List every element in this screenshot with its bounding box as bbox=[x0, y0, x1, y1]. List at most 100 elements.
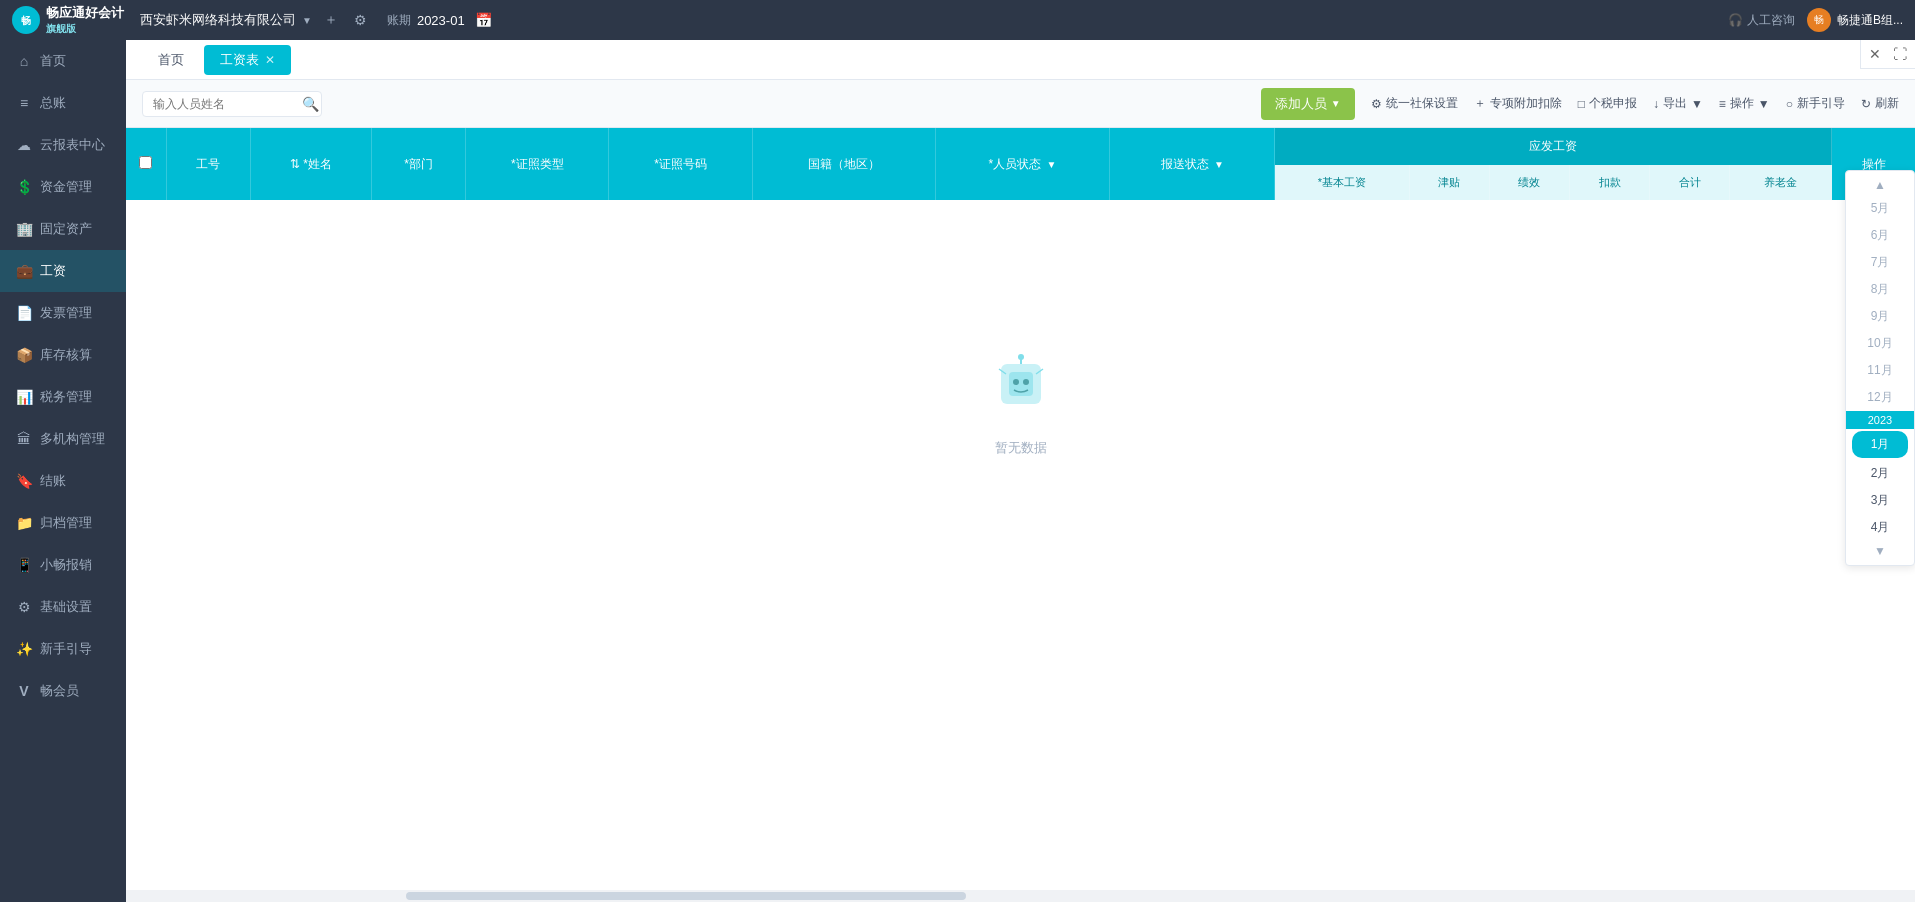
sidebar-item-home[interactable]: ⌂ 首页 bbox=[0, 40, 126, 82]
date-item-6[interactable]: 6月 bbox=[1846, 222, 1914, 249]
th-checkbox[interactable] bbox=[126, 128, 166, 200]
date-item-7[interactable]: 7月 bbox=[1846, 249, 1914, 276]
table-header-top: 工号 ⇅ *姓名 *部门 *证照类型 *证照号码 国籍（地区） *人员状态 ▼ … bbox=[126, 128, 1915, 165]
social-insurance-btn[interactable]: ⚙ 统一社保设置 bbox=[1371, 95, 1458, 112]
th-base-salary: *基本工资 bbox=[1275, 165, 1409, 200]
add-person-btn[interactable]: 添加人员 ▼ bbox=[1261, 88, 1355, 120]
svg-point-5 bbox=[1023, 379, 1029, 385]
date-down-btn[interactable]: ▼ bbox=[1846, 541, 1914, 561]
assets-icon: 🏢 bbox=[16, 221, 32, 237]
company-name: 西安虾米网络科技有限公司 bbox=[140, 11, 296, 29]
sidebar-label-member: 畅会员 bbox=[40, 682, 79, 700]
sidebar-item-assets[interactable]: 🏢 固定资产 bbox=[0, 208, 126, 250]
tab-home-label: 首页 bbox=[158, 52, 184, 67]
panel-controls: ✕ ⛶ bbox=[1860, 40, 1915, 69]
guide-btn[interactable]: ○ 新手引导 bbox=[1786, 95, 1845, 112]
sidebar-label-expense: 小畅报销 bbox=[40, 556, 92, 574]
home-icon: ⌂ bbox=[16, 53, 32, 69]
top-bar: 畅 畅应通好会计 旗舰版 西安虾米网络科技有限公司 ▼ ＋ ⚙ 账期 2023-… bbox=[0, 0, 1915, 40]
tab-salary[interactable]: 工资表 ✕ bbox=[204, 45, 291, 75]
sidebar-item-multi-org[interactable]: 🏛 多机构管理 bbox=[0, 418, 126, 460]
sidebar-item-archive[interactable]: 📁 归档管理 bbox=[0, 502, 126, 544]
main-area: ⌂ 首页 ≡ 总账 ☁ 云报表中心 💲 资金管理 🏢 固定资产 💼 工资 bbox=[0, 40, 1915, 902]
guide-toolbar-label: 新手引导 bbox=[1797, 95, 1845, 112]
ledger-icon: ≡ bbox=[16, 95, 32, 111]
service-btn[interactable]: 🎧 人工咨询 bbox=[1728, 12, 1795, 29]
search-icon[interactable]: 🔍 bbox=[302, 96, 319, 112]
export-icon: ↓ bbox=[1653, 97, 1659, 111]
date-item-12[interactable]: 12月 bbox=[1846, 384, 1914, 411]
close-account-icon: 🔖 bbox=[16, 473, 32, 489]
sidebar-label-salary: 工资 bbox=[40, 262, 66, 280]
search-input[interactable] bbox=[142, 91, 322, 117]
social-insurance-icon: ⚙ bbox=[1371, 97, 1382, 111]
sidebar-item-member[interactable]: V 畅会员 bbox=[0, 670, 126, 712]
add-company-btn[interactable]: ＋ bbox=[320, 9, 342, 31]
empty-text: 暂无数据 bbox=[995, 439, 1047, 457]
sidebar-item-close-account[interactable]: 🔖 结账 bbox=[0, 460, 126, 502]
date-item-4[interactable]: 4月 bbox=[1846, 514, 1914, 541]
th-nation: 国籍（地区） bbox=[752, 128, 935, 200]
operation-label: 操作 bbox=[1730, 95, 1754, 112]
company-selector[interactable]: 西安虾米网络科技有限公司 ▼ bbox=[140, 11, 312, 29]
tax-report-btn[interactable]: □ 个税申报 bbox=[1578, 95, 1637, 112]
sidebar-item-expense[interactable]: 📱 小畅报销 bbox=[0, 544, 126, 586]
calendar-icon[interactable]: 📅 bbox=[471, 10, 496, 30]
sidebar-item-cloud[interactable]: ☁ 云报表中心 bbox=[0, 124, 126, 166]
export-btn[interactable]: ↓ 导出 ▼ bbox=[1653, 95, 1703, 112]
settings-btn[interactable]: ⚙ bbox=[350, 10, 371, 30]
refresh-btn[interactable]: ↻ 刷新 bbox=[1861, 95, 1899, 112]
date-item-10[interactable]: 10月 bbox=[1846, 330, 1914, 357]
sidebar-label-inventory: 库存核算 bbox=[40, 346, 92, 364]
add-btn-arrow-icon: ▼ bbox=[1331, 98, 1341, 109]
panel-close-btn[interactable]: ✕ bbox=[1865, 44, 1885, 64]
sidebar-label-invoice: 发票管理 bbox=[40, 304, 92, 322]
sidebar-item-fund[interactable]: 💲 资金管理 bbox=[0, 166, 126, 208]
sidebar-item-inventory[interactable]: 📦 库存核算 bbox=[0, 334, 126, 376]
svg-point-4 bbox=[1013, 379, 1019, 385]
date-item-2[interactable]: 2月 bbox=[1846, 460, 1914, 487]
date-item-1-active[interactable]: 1月 bbox=[1852, 431, 1908, 458]
table-container: 工号 ⇅ *姓名 *部门 *证照类型 *证照号码 国籍（地区） *人员状态 ▼ … bbox=[126, 128, 1915, 890]
operation-btn[interactable]: ≡ 操作 ▼ bbox=[1719, 95, 1770, 112]
tab-home[interactable]: 首页 bbox=[142, 45, 200, 75]
expense-icon: 📱 bbox=[16, 557, 32, 573]
sidebar-item-invoice[interactable]: 📄 发票管理 bbox=[0, 292, 126, 334]
date-up-btn[interactable]: ▲ bbox=[1846, 175, 1914, 195]
logo: 畅 畅应通好会计 旗舰版 bbox=[12, 4, 124, 36]
sidebar-item-settings[interactable]: ⚙ 基础设置 bbox=[0, 586, 126, 628]
tab-close-btn[interactable]: ✕ bbox=[265, 53, 275, 67]
scroll-hint bbox=[126, 890, 1915, 902]
empty-illustration bbox=[981, 344, 1061, 427]
logo-icon: 畅 bbox=[12, 6, 40, 34]
user-avatar: 畅 bbox=[1807, 8, 1831, 32]
date-item-8[interactable]: 8月 bbox=[1846, 276, 1914, 303]
date-panel: ▲ 5月 6月 7月 8月 9月 10月 11月 12月 2023 1月 2月 … bbox=[1845, 170, 1915, 566]
date-item-5[interactable]: 5月 bbox=[1846, 195, 1914, 222]
special-deduction-btn[interactable]: ＋ 专项附加扣除 bbox=[1474, 95, 1562, 112]
date-item-3[interactable]: 3月 bbox=[1846, 487, 1914, 514]
panel-maximize-btn[interactable]: ⛶ bbox=[1889, 44, 1911, 64]
sidebar: ⌂ 首页 ≡ 总账 ☁ 云报表中心 💲 资金管理 🏢 固定资产 💼 工资 bbox=[0, 40, 126, 902]
report-status-filter-icon[interactable]: ▼ bbox=[1214, 159, 1224, 170]
tabs-bar: 首页 工资表 ✕ bbox=[126, 40, 1915, 80]
sidebar-item-ledger[interactable]: ≡ 总账 bbox=[0, 82, 126, 124]
archive-icon: 📁 bbox=[16, 515, 32, 531]
add-person-label: 添加人员 bbox=[1275, 95, 1327, 113]
company-dropdown-icon[interactable]: ▼ bbox=[302, 15, 312, 26]
date-item-11[interactable]: 11月 bbox=[1846, 357, 1914, 384]
select-all-checkbox[interactable] bbox=[139, 156, 152, 169]
logo-text-block: 畅应通好会计 旗舰版 bbox=[46, 4, 124, 36]
sidebar-item-guide[interactable]: ✨ 新手引导 bbox=[0, 628, 126, 670]
scroll-thumb[interactable] bbox=[406, 892, 966, 900]
user-info[interactable]: 畅 畅捷通B组... bbox=[1807, 8, 1903, 32]
date-item-9[interactable]: 9月 bbox=[1846, 303, 1914, 330]
sidebar-item-tax[interactable]: 📊 税务管理 bbox=[0, 376, 126, 418]
th-deduction: 扣款 bbox=[1569, 165, 1649, 200]
topbar-right: 🎧 人工咨询 畅 畅捷通B组... bbox=[1728, 8, 1903, 32]
social-insurance-label: 统一社保设置 bbox=[1386, 95, 1458, 112]
th-cert-no: *证照号码 bbox=[609, 128, 752, 200]
sidebar-label-cloud: 云报表中心 bbox=[40, 136, 105, 154]
person-status-filter-icon[interactable]: ▼ bbox=[1047, 159, 1057, 170]
sidebar-item-salary[interactable]: 💼 工资 bbox=[0, 250, 126, 292]
